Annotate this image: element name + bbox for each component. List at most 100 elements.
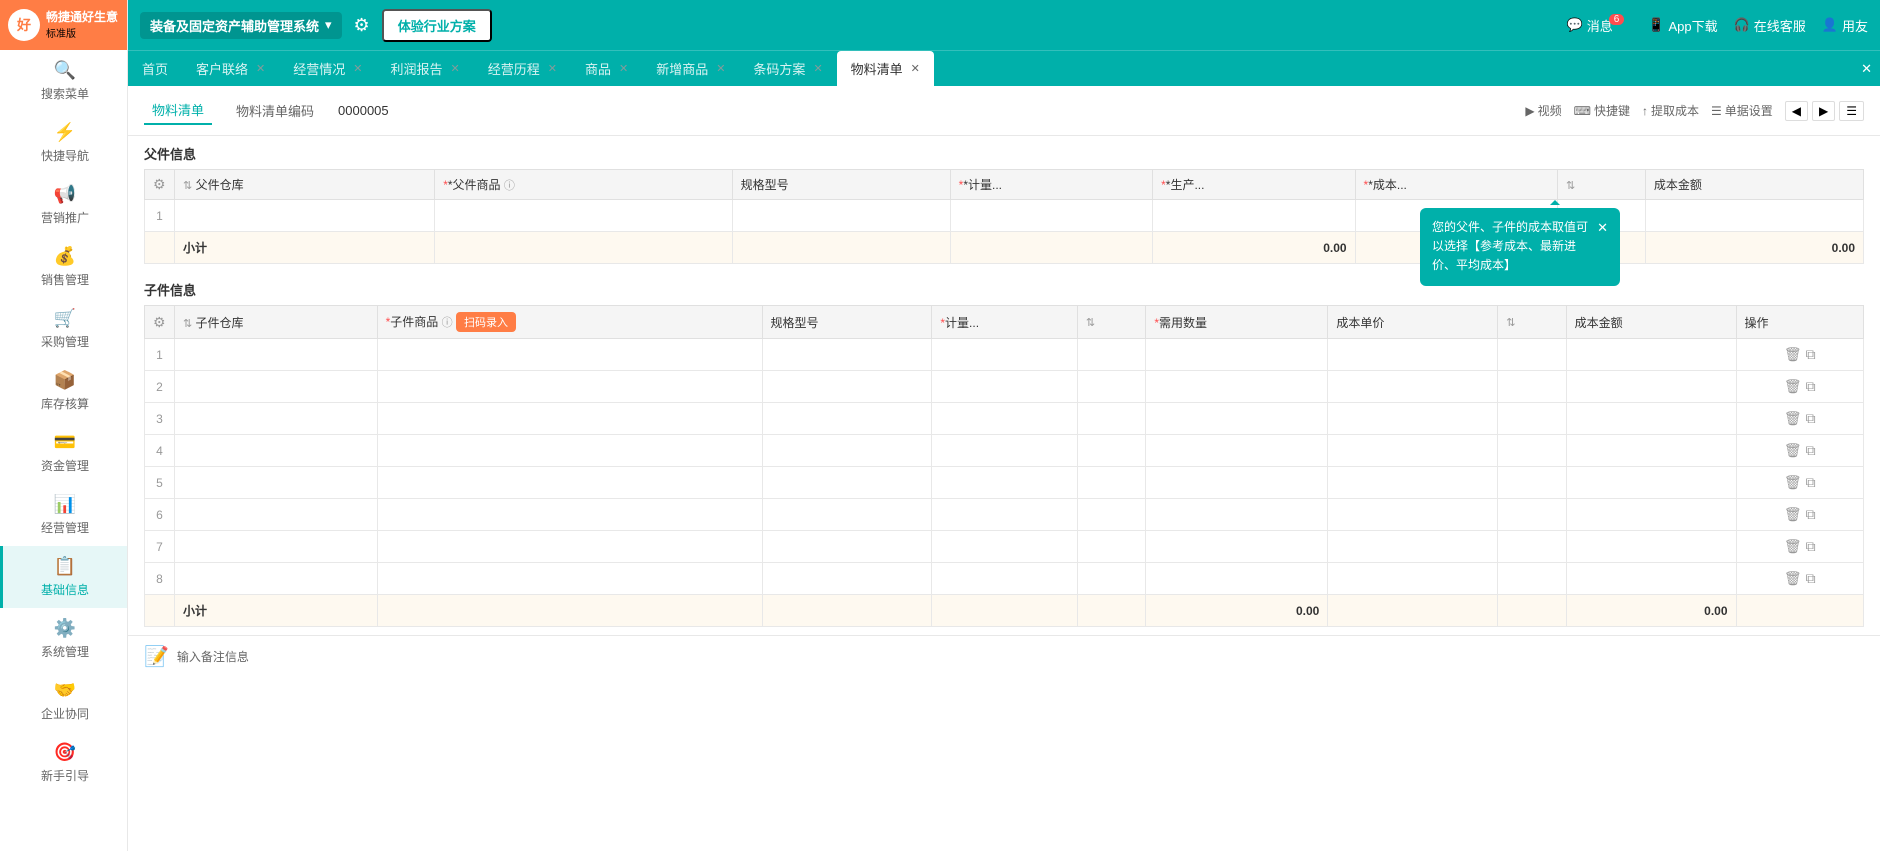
copy-icon-1[interactable]: ⧉ <box>1806 346 1816 363</box>
delete-icon-1[interactable]: 🗑 <box>1784 346 1802 363</box>
shortcut-btn[interactable]: ⌨ 快捷键 <box>1574 102 1630 119</box>
page-tab-bom[interactable]: 物料清单 <box>144 96 212 125</box>
th-child-unit-cost: 成本单价 <box>1328 306 1498 339</box>
delete-icon-5[interactable]: 🗑 <box>1784 474 1802 491</box>
child-qty-1[interactable] <box>1146 339 1328 371</box>
child-unit-2[interactable] <box>932 371 1077 403</box>
tab-bom[interactable]: 物料清单 ✕ <box>837 51 934 86</box>
sidebar-item-search[interactable]: 🔍 搜索菜单 <box>0 50 127 112</box>
child-settings-icon[interactable]: ⚙ <box>153 314 166 330</box>
tab-customer[interactable]: 客户联络 ✕ <box>182 51 279 86</box>
cost-tooltip: ✕ 您的父件、子件的成本取值可以选择【参考成本、最新进价、平均成本】 <box>1420 208 1620 286</box>
sidebar-item-quicknav[interactable]: ⚡ 快捷导航 <box>0 112 127 174</box>
copy-icon-2[interactable]: ⧉ <box>1806 378 1816 395</box>
parent-spec-cell[interactable] <box>732 200 950 232</box>
system-title-box: 装备及固定资产辅助管理系统 ▾ <box>140 12 342 39</box>
child-spec-2[interactable] <box>762 371 932 403</box>
list-view-btn[interactable]: ☰ <box>1839 101 1864 121</box>
doc-settings-btn[interactable]: ☰ 单据设置 <box>1711 102 1773 119</box>
child-action-5: 🗑⧉ <box>1736 467 1864 499</box>
tab-customer-close[interactable]: ✕ <box>256 62 265 75</box>
delete-icon-4[interactable]: 🗑 <box>1784 442 1802 459</box>
delete-icon-7[interactable]: 🗑 <box>1784 538 1802 555</box>
tab-goods-close[interactable]: ✕ <box>619 62 628 75</box>
sidebar-item-sales[interactable]: 💰 销售管理 <box>0 236 127 298</box>
trial-button[interactable]: 体验行业方案 <box>382 9 492 42</box>
page-nav-buttons: ◀ ▶ ☰ <box>1785 101 1864 121</box>
tab-ops-close[interactable]: ✕ <box>353 62 362 75</box>
message-item[interactable]: 💬 消息 6 <box>1567 16 1633 35</box>
child-amount-1[interactable] <box>1566 339 1736 371</box>
child-s2[interactable] <box>1498 339 1566 371</box>
child-amount-2[interactable] <box>1566 371 1736 403</box>
tooltip-close-btn[interactable]: ✕ <box>1597 218 1608 239</box>
copy-icon-5[interactable]: ⧉ <box>1806 474 1816 491</box>
tab-barcode[interactable]: 条码方案 ✕ <box>739 51 836 86</box>
tab-profit[interactable]: 利润报告 ✕ <box>376 51 473 86</box>
delete-icon-8[interactable]: 🗑 <box>1784 570 1802 587</box>
sidebar-item-collab[interactable]: 🤝 企业协同 <box>0 670 127 732</box>
sidebar-item-guide[interactable]: 🎯 新手引导 <box>0 732 127 794</box>
parent-goods-cell[interactable] <box>435 200 732 232</box>
copy-icon-4[interactable]: ⧉ <box>1806 442 1816 459</box>
child-row-6: 6 🗑⧉ <box>145 499 1864 531</box>
topbar-dropdown-icon[interactable]: ▾ <box>325 17 332 33</box>
child-goods-2[interactable] <box>377 371 762 403</box>
sidebar-item-purchase[interactable]: 🛒 采购管理 <box>0 298 127 360</box>
play-icon: ▶ <box>1525 104 1534 118</box>
delete-icon-3[interactable]: 🗑 <box>1784 410 1802 427</box>
delete-icon-2[interactable]: 🗑 <box>1784 378 1802 395</box>
parent-warehouse-cell[interactable] <box>175 200 435 232</box>
close-all-tabs[interactable]: ✕ <box>1853 53 1880 85</box>
sidebar-item-marketing[interactable]: 📢 营销推广 <box>0 174 127 236</box>
child-unit-1[interactable] <box>932 339 1077 371</box>
tab-newgoods-close[interactable]: ✕ <box>716 62 725 75</box>
copy-icon-7[interactable]: ⧉ <box>1806 538 1816 555</box>
child-ucost-1[interactable] <box>1328 339 1498 371</box>
tab-barcode-close[interactable]: ✕ <box>813 62 822 75</box>
tab-history[interactable]: 经营历程 ✕ <box>474 51 571 86</box>
copy-icon-6[interactable]: ⧉ <box>1806 506 1816 523</box>
tab-profit-close[interactable]: ✕ <box>451 62 460 75</box>
sidebar-item-system[interactable]: ⚙️ 系统管理 <box>0 608 127 670</box>
sidebar-item-basic-info[interactable]: 📋 基础信息 <box>0 546 127 608</box>
sidebar-item-operations[interactable]: 📊 经营管理 <box>0 484 127 546</box>
user-item[interactable]: 👤 用友 <box>1822 16 1868 35</box>
tab-operations[interactable]: 经营情况 ✕ <box>279 51 376 86</box>
child-s1[interactable] <box>1077 339 1145 371</box>
view-btn[interactable]: ▶ 视频 <box>1525 102 1561 119</box>
copy-icon-3[interactable]: ⧉ <box>1806 410 1816 427</box>
page-tab-code-label[interactable]: 物料清单编码 <box>228 97 322 124</box>
topbar-settings-icon[interactable]: ⚙ <box>350 11 374 40</box>
copy-icon-8[interactable]: ⧉ <box>1806 570 1816 587</box>
child-subtotal-amount: 0.00 <box>1566 595 1736 627</box>
prev-page-btn[interactable]: ◀ <box>1785 101 1808 121</box>
child-ucost-2[interactable] <box>1328 371 1498 403</box>
scan-button[interactable]: 扫码录入 <box>456 312 516 332</box>
parent-production-cell[interactable] <box>1153 200 1355 232</box>
next-page-btn[interactable]: ▶ <box>1812 101 1835 121</box>
th-settings[interactable]: ⚙ <box>145 170 175 200</box>
delete-icon-6[interactable]: 🗑 <box>1784 506 1802 523</box>
online-service-item[interactable]: 🎧 在线客服 <box>1734 16 1806 35</box>
parent-unit-cell[interactable] <box>950 200 1152 232</box>
cost-btn[interactable]: ↑ 提取成本 <box>1642 102 1699 119</box>
child-spec-1[interactable] <box>762 339 932 371</box>
child-wh-1[interactable] <box>175 339 378 371</box>
th-child-settings[interactable]: ⚙ <box>145 306 175 339</box>
tab-history-close[interactable]: ✕ <box>548 62 557 75</box>
tab-goods[interactable]: 商品 ✕ <box>571 51 642 86</box>
tab-home[interactable]: 首页 <box>128 51 182 86</box>
child-goods-1[interactable] <box>377 339 762 371</box>
child-wh-2[interactable] <box>175 371 378 403</box>
child-qty-2[interactable] <box>1146 371 1328 403</box>
parent-amount-cell[interactable] <box>1645 200 1863 232</box>
tab-new-goods[interactable]: 新增商品 ✕ <box>642 51 739 86</box>
sidebar-item-inventory[interactable]: 📦 库存核算 <box>0 360 127 422</box>
app-download-item[interactable]: 📱 App下载 <box>1648 16 1717 35</box>
child-subtotal-qty: 0.00 <box>1146 595 1328 627</box>
parent-section-title: 父件信息 <box>144 144 1864 163</box>
tab-bom-close[interactable]: ✕ <box>911 62 920 75</box>
settings-icon[interactable]: ⚙ <box>153 176 166 192</box>
sidebar-item-finance[interactable]: 💳 资金管理 <box>0 422 127 484</box>
